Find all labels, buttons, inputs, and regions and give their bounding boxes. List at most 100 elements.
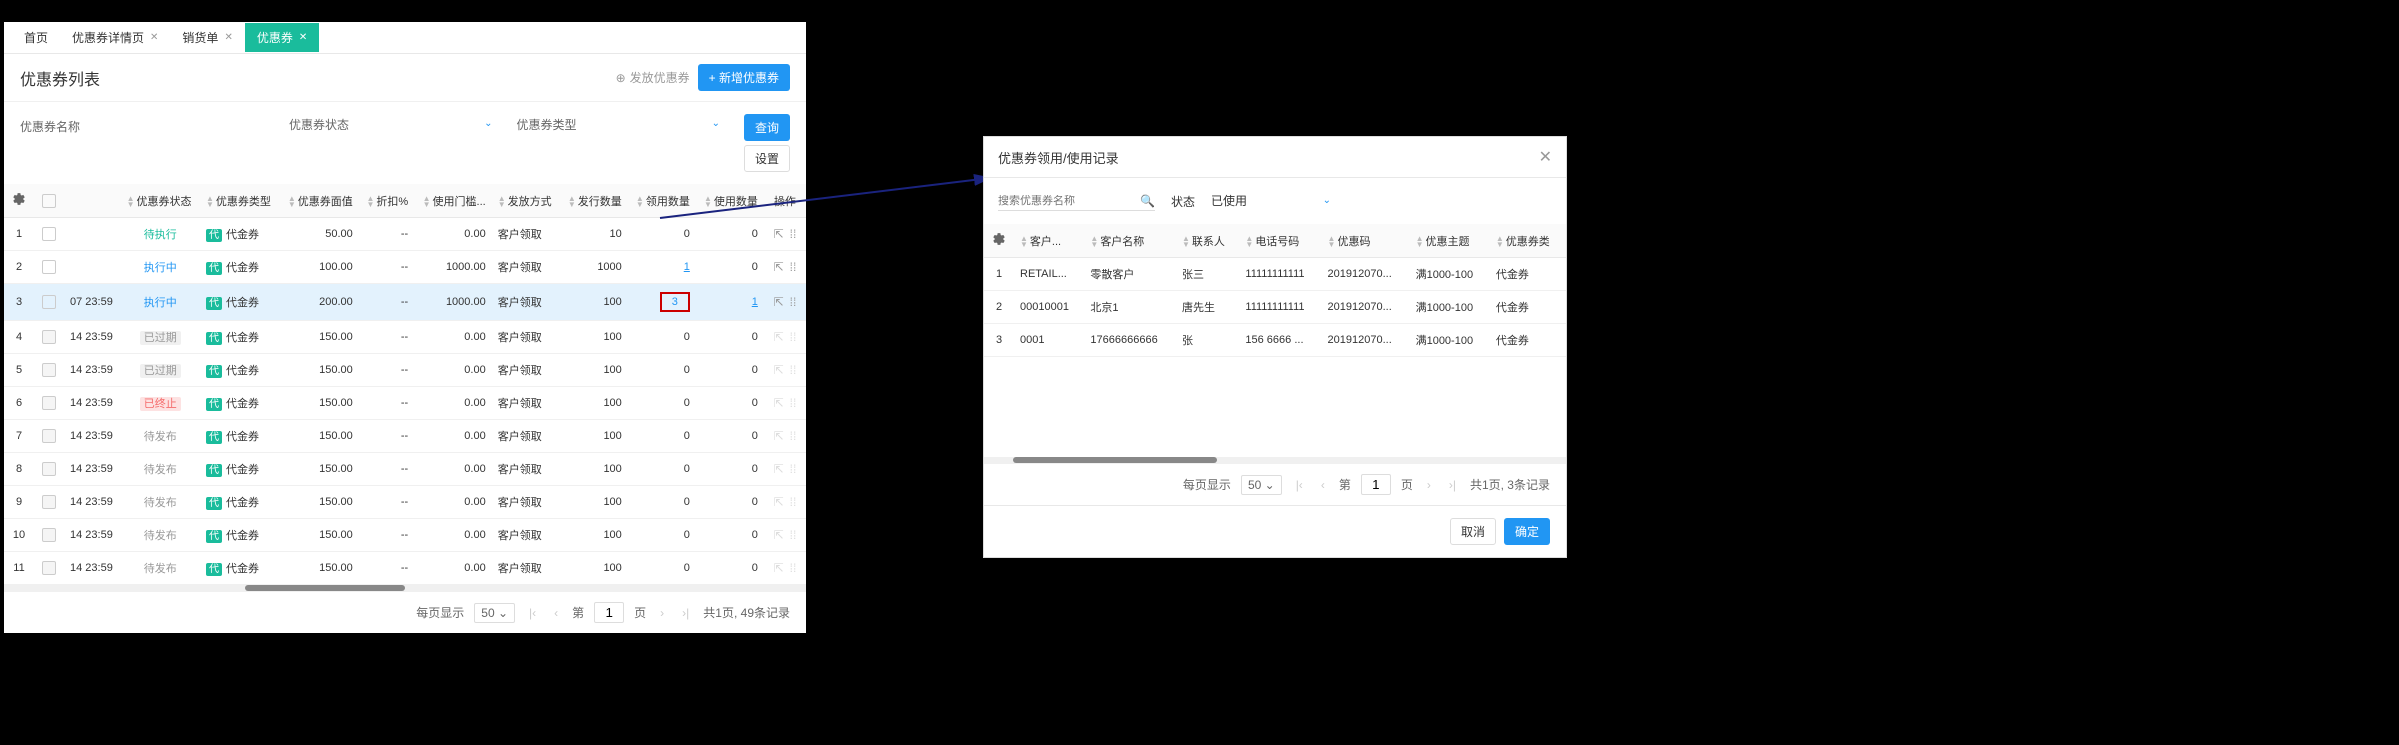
cell-use: 0: [696, 218, 764, 251]
share-icon[interactable]: ⇱: [774, 260, 784, 274]
row-checkbox: [42, 495, 56, 509]
cell-face: 150.00: [279, 321, 358, 354]
add-coupon-button[interactable]: + 新增优惠券: [698, 64, 790, 91]
table-row[interactable]: 2 执行中 代代金券 100.00 -- 1000.00 客户领取 1000 1…: [4, 251, 806, 284]
modal-search[interactable]: 🔍: [998, 192, 1155, 211]
close-icon[interactable]: ✕: [150, 32, 158, 43]
table-row[interactable]: 1 待执行 代代金券 50.00 -- 0.00 客户领取 10 0 0 ⇱⁞⁞: [4, 218, 806, 251]
settings-button[interactable]: 设置: [744, 145, 790, 172]
col-subject[interactable]: ▲▼优惠主题: [1410, 224, 1490, 258]
pagination: 每页显示 50 ⌄ |‹ ‹ 第 页 › ›| 共1页, 49条记录: [4, 591, 806, 633]
qr-icon[interactable]: ⁞⁞: [790, 260, 797, 274]
row-number: 10: [4, 519, 34, 552]
close-icon[interactable]: ✕: [299, 32, 307, 43]
col-customer-name[interactable]: ▲▼客户名称: [1084, 224, 1176, 258]
qr-icon[interactable]: ⁞⁞: [790, 227, 797, 241]
share-icon[interactable]: ⇱: [774, 295, 784, 309]
claim-count-link[interactable]: 1: [684, 261, 690, 273]
filter-status-select[interactable]: ⌄: [357, 114, 492, 134]
search-input[interactable]: [998, 195, 1140, 207]
table-row[interactable]: 10 14 23:59 待发布 代代金券 150.00 -- 0.00 客户领取…: [4, 519, 806, 552]
table-row[interactable]: 2 00010001 北京1 唐先生 11111111111 201912070…: [984, 291, 1566, 324]
col-method[interactable]: ▲▼发放方式: [492, 184, 560, 218]
last-page-icon[interactable]: ›|: [1445, 478, 1460, 492]
col-face[interactable]: ▲▼优惠券面值: [279, 184, 358, 218]
table-row[interactable]: 7 14 23:59 待发布 代代金券 150.00 -- 0.00 客户领取 …: [4, 420, 806, 453]
table-row[interactable]: 3 07 23:59 执行中 代代金券 200.00 -- 1000.00 客户…: [4, 284, 806, 321]
horizontal-scrollbar[interactable]: [4, 585, 806, 591]
first-page-icon[interactable]: |‹: [525, 606, 540, 620]
table-row[interactable]: 6 14 23:59 已终止 代代金券 150.00 -- 0.00 客户领取 …: [4, 387, 806, 420]
next-page-icon[interactable]: ›: [656, 606, 668, 620]
col-issue[interactable]: ▲▼发行数量: [560, 184, 628, 218]
col-claim[interactable]: ▲▼领用数量: [628, 184, 696, 218]
prev-page-icon[interactable]: ‹: [1317, 478, 1329, 492]
filter-name-input[interactable]: [88, 114, 265, 138]
row-number: 5: [4, 354, 34, 387]
first-page-icon[interactable]: |‹: [1292, 478, 1307, 492]
row-checkbox[interactable]: [42, 260, 56, 274]
table-row[interactable]: 8 14 23:59 待发布 代代金券 150.00 -- 0.00 客户领取 …: [4, 453, 806, 486]
filter-type-select[interactable]: ⌄: [585, 114, 720, 134]
tab-home[interactable]: 首页: [12, 23, 60, 52]
modal-per-page-select[interactable]: 50 ⌄: [1241, 475, 1282, 495]
type-badge: 代: [206, 497, 222, 510]
col-contact[interactable]: ▲▼联系人: [1176, 224, 1239, 258]
cell-type: 代代金券: [200, 284, 279, 321]
last-page-icon[interactable]: ›|: [678, 606, 693, 620]
table-row[interactable]: 9 14 23:59 待发布 代代金券 150.00 -- 0.00 客户领取 …: [4, 486, 806, 519]
cell-threshold: 1000.00: [414, 284, 492, 321]
tab-sales-order[interactable]: 销货单✕: [170, 23, 244, 52]
page-input[interactable]: [594, 602, 624, 623]
gear-icon[interactable]: [992, 232, 1006, 246]
modal-title: 优惠券领用/使用记录: [998, 148, 1119, 167]
tab-coupon[interactable]: 优惠券✕: [245, 23, 319, 52]
table-row[interactable]: 5 14 23:59 已过期 代代金券 150.00 -- 0.00 客户领取 …: [4, 354, 806, 387]
row-checkbox[interactable]: [42, 227, 56, 241]
claim-count-link[interactable]: 3: [660, 292, 690, 312]
col-status[interactable]: ▲▼优惠券状态: [121, 184, 200, 218]
cell-use: 0: [696, 251, 764, 284]
col-use[interactable]: ▲▼使用数量: [696, 184, 764, 218]
modal-page-input[interactable]: [1361, 474, 1391, 495]
cancel-button[interactable]: 取消: [1450, 518, 1496, 545]
select-all-checkbox[interactable]: [42, 194, 56, 208]
col-customer-code[interactable]: ▲▼客户...: [1014, 224, 1084, 258]
cell-threshold: 0.00: [414, 354, 492, 387]
col-type[interactable]: ▲▼优惠券类型: [200, 184, 279, 218]
row-checkbox[interactable]: [42, 295, 56, 309]
modal-status-select[interactable]: 已使用⌄: [1211, 188, 1331, 214]
distribute-coupon-button[interactable]: ⊕ 发放优惠券: [616, 69, 690, 86]
filter-name-label: 优惠券名称: [20, 118, 80, 135]
col-discount[interactable]: ▲▼折扣%: [359, 184, 414, 218]
col-phone[interactable]: ▲▼电话号码: [1239, 224, 1321, 258]
share-icon[interactable]: ⇱: [774, 227, 784, 241]
col-threshold[interactable]: ▲▼使用门槛...: [414, 184, 492, 218]
close-icon[interactable]: ✕: [224, 32, 232, 43]
type-badge: 代: [206, 431, 222, 444]
table-row[interactable]: 4 14 23:59 已过期 代代金券 150.00 -- 0.00 客户领取 …: [4, 321, 806, 354]
search-icon[interactable]: 🔍: [1140, 194, 1155, 208]
per-page-select[interactable]: 50 ⌄: [474, 603, 515, 623]
tab-coupon-detail[interactable]: 优惠券详情页✕: [60, 23, 170, 52]
status-badge: 已终止: [140, 397, 181, 411]
table-row[interactable]: 3 0001 17666666666 张 156 6666 ... 201912…: [984, 324, 1566, 357]
horizontal-scrollbar[interactable]: [984, 457, 1566, 463]
use-count-link[interactable]: 1: [752, 296, 758, 308]
coupon-table: ▲▼优惠券状态 ▲▼优惠券类型 ▲▼优惠券面值 ▲▼折扣% ▲▼使用门槛... …: [4, 184, 806, 591]
col-coupon-code[interactable]: ▲▼优惠码: [1322, 224, 1410, 258]
cell-coupon-code: 201912070...: [1322, 258, 1410, 291]
col-coupon-type[interactable]: ▲▼优惠券类: [1490, 224, 1566, 258]
confirm-button[interactable]: 确定: [1504, 518, 1550, 545]
table-row[interactable]: 11 14 23:59 待发布 代代金券 150.00 -- 0.00 客户领取…: [4, 552, 806, 585]
qr-icon[interactable]: ⁞⁞: [790, 295, 797, 309]
cell-time: 14 23:59: [64, 519, 121, 552]
prev-page-icon[interactable]: ‹: [550, 606, 562, 620]
qr-icon: ⁞⁞: [790, 561, 797, 575]
table-row[interactable]: 1 RETAIL... 零散客户 张三 11111111111 20191207…: [984, 258, 1566, 291]
gear-icon[interactable]: [12, 192, 26, 206]
query-button[interactable]: 查询: [744, 114, 790, 141]
close-icon[interactable]: ✕: [1539, 147, 1552, 167]
next-page-icon[interactable]: ›: [1423, 478, 1435, 492]
cell-face: 150.00: [279, 387, 358, 420]
